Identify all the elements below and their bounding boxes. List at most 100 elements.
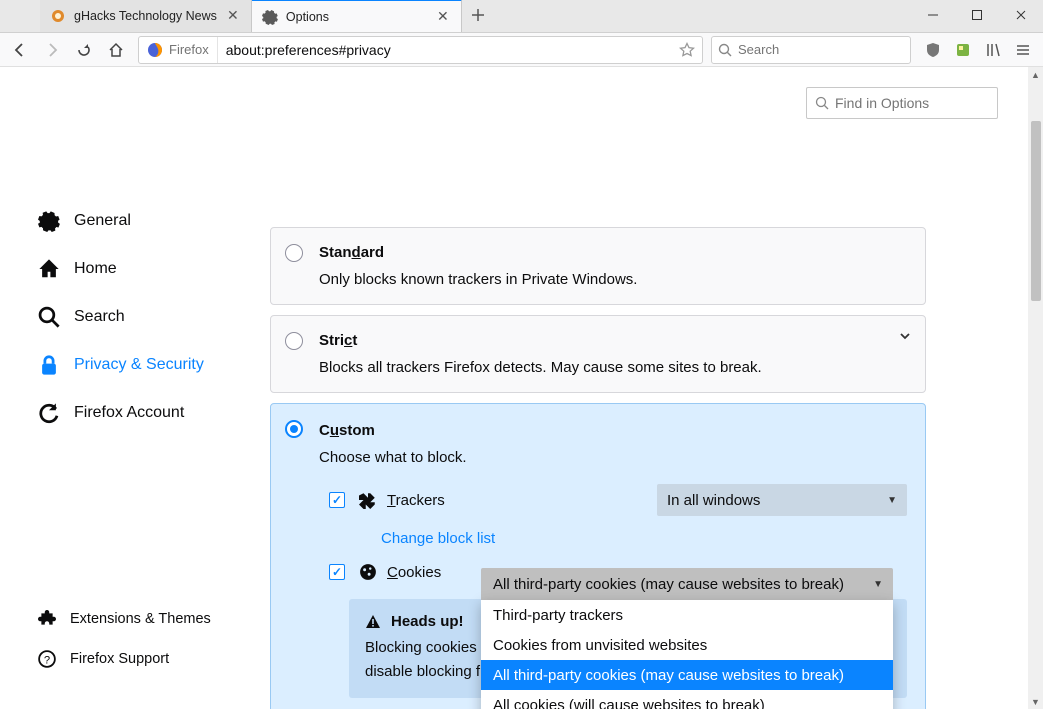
- select-value: All third-party cookies (may cause websi…: [493, 576, 844, 593]
- close-icon[interactable]: ✕: [225, 8, 241, 24]
- change-block-list-link[interactable]: Change block list: [381, 530, 907, 547]
- trackers-icon: [359, 491, 377, 509]
- card-desc: Only blocks known trackers in Private Wi…: [319, 271, 907, 288]
- library-icon[interactable]: [979, 36, 1007, 64]
- ublock-icon[interactable]: [919, 36, 947, 64]
- nav-toolbar: Firefox: [0, 33, 1043, 67]
- scroll-up-icon[interactable]: ▲: [1028, 67, 1043, 82]
- trackers-checkbox[interactable]: [329, 492, 345, 508]
- cookies-option[interactable]: All third-party cookies (may cause websi…: [481, 660, 893, 690]
- cookies-select[interactable]: All third-party cookies (may cause websi…: [481, 568, 893, 600]
- scrollbar-thumb[interactable]: [1031, 121, 1041, 301]
- card-title: Custom: [319, 422, 907, 439]
- extension-icon[interactable]: [949, 36, 977, 64]
- radio-standard[interactable]: [285, 244, 303, 262]
- sync-icon: [38, 402, 60, 424]
- gear-icon: [262, 9, 278, 25]
- nav-account[interactable]: Firefox Account: [38, 389, 248, 437]
- identity-label: Firefox: [169, 42, 209, 57]
- new-tab-button[interactable]: [462, 0, 494, 31]
- menu-button[interactable]: [1009, 36, 1037, 64]
- search-input[interactable]: [738, 42, 914, 57]
- link-label: Extensions & Themes: [70, 611, 211, 627]
- card-desc: Blocks all trackers Firefox detects. May…: [319, 359, 907, 376]
- identity-block[interactable]: Firefox: [139, 37, 218, 63]
- find-input[interactable]: [835, 95, 1016, 111]
- nav-label: Privacy & Security: [74, 356, 204, 374]
- puzzle-icon: [38, 610, 56, 628]
- cookies-option[interactable]: Cookies from unvisited websites: [481, 630, 893, 660]
- window-controls: [911, 0, 1043, 30]
- card-strict[interactable]: Strict Blocks all trackers Firefox detec…: [270, 315, 926, 393]
- cookies-option[interactable]: Third-party trackers: [481, 600, 893, 630]
- ghacks-favicon-icon: [50, 8, 66, 24]
- card-title: Standard: [319, 244, 907, 261]
- nav-home[interactable]: Home: [38, 245, 248, 293]
- firefox-logo-icon: [147, 42, 163, 58]
- home-icon: [38, 258, 60, 280]
- gear-icon: [38, 210, 60, 232]
- warning-icon: [365, 614, 381, 630]
- nav-search[interactable]: Search: [38, 293, 248, 341]
- scrollbar-track[interactable]: ▲ ▼: [1028, 67, 1043, 709]
- tab-label: Options: [286, 10, 427, 24]
- support-link[interactable]: ? Firefox Support: [38, 639, 211, 679]
- trackers-select[interactable]: In all windows ▼: [657, 484, 907, 516]
- tab-ghacks[interactable]: gHacks Technology News ✕: [40, 0, 252, 32]
- search-bar[interactable]: [711, 36, 911, 64]
- select-value: In all windows: [667, 492, 760, 509]
- content-area: General Home Search Privacy & Security F…: [0, 67, 1043, 709]
- nav-general[interactable]: General: [38, 197, 248, 245]
- bookmark-star-icon[interactable]: [672, 42, 702, 58]
- cookies-icon: [359, 563, 377, 581]
- trackers-row: Trackers In all windows ▼: [329, 484, 907, 516]
- card-standard[interactable]: Standard Only blocks known trackers in P…: [270, 227, 926, 305]
- nav-label: Home: [74, 260, 117, 278]
- tab-options[interactable]: Options ✕: [252, 0, 462, 32]
- back-button[interactable]: [6, 36, 34, 64]
- card-desc: Choose what to block.: [319, 449, 907, 466]
- lock-icon: [38, 354, 60, 376]
- radio-custom[interactable]: [285, 420, 303, 438]
- nav-label: Firefox Account: [74, 404, 184, 422]
- url-input[interactable]: [218, 42, 672, 58]
- tab-strip: gHacks Technology News ✕ Options ✕: [40, 0, 494, 32]
- nav-label: Search: [74, 308, 125, 326]
- chevron-down-icon[interactable]: [899, 330, 911, 342]
- reload-button[interactable]: [70, 36, 98, 64]
- svg-text:?: ?: [44, 655, 50, 667]
- minimize-button[interactable]: [911, 0, 955, 30]
- maximize-button[interactable]: [955, 0, 999, 30]
- nav-label: General: [74, 212, 131, 230]
- category-nav: General Home Search Privacy & Security F…: [38, 197, 248, 437]
- caret-down-icon: ▼: [873, 579, 883, 590]
- search-icon: [38, 306, 60, 328]
- find-in-options[interactable]: [806, 87, 998, 119]
- close-icon[interactable]: ✕: [435, 9, 451, 25]
- radio-strict[interactable]: [285, 332, 303, 350]
- close-window-button[interactable]: [999, 0, 1043, 30]
- tab-label: gHacks Technology News: [74, 9, 217, 23]
- link-label: Firefox Support: [70, 651, 169, 667]
- card-title: Strict: [319, 332, 907, 349]
- question-icon: ?: [38, 650, 56, 668]
- card-custom: Custom Choose what to block. Trackers In…: [270, 403, 926, 709]
- cookies-checkbox[interactable]: [329, 564, 345, 580]
- cookies-label: Cookies: [387, 564, 441, 581]
- extensions-link[interactable]: Extensions & Themes: [38, 599, 211, 639]
- window-titlebar: gHacks Technology News ✕ Options ✕: [0, 0, 1043, 33]
- forward-button[interactable]: [38, 36, 66, 64]
- cookies-option[interactable]: All cookies (will cause websites to brea…: [481, 690, 893, 709]
- trackers-label: Trackers: [387, 492, 445, 509]
- caret-down-icon: ▼: [887, 495, 897, 506]
- search-icon: [718, 43, 732, 57]
- bottom-links: Extensions & Themes ? Firefox Support: [38, 599, 211, 679]
- home-button[interactable]: [102, 36, 130, 64]
- url-bar[interactable]: Firefox: [138, 36, 703, 64]
- nav-privacy[interactable]: Privacy & Security: [38, 341, 248, 389]
- search-icon: [815, 96, 829, 110]
- cookies-dropdown-list: Third-party trackers Cookies from unvisi…: [481, 600, 893, 709]
- scroll-down-icon[interactable]: ▼: [1028, 694, 1043, 709]
- content-blocking-options: Standard Only blocks known trackers in P…: [270, 227, 926, 709]
- toolbar-right: [919, 36, 1037, 64]
